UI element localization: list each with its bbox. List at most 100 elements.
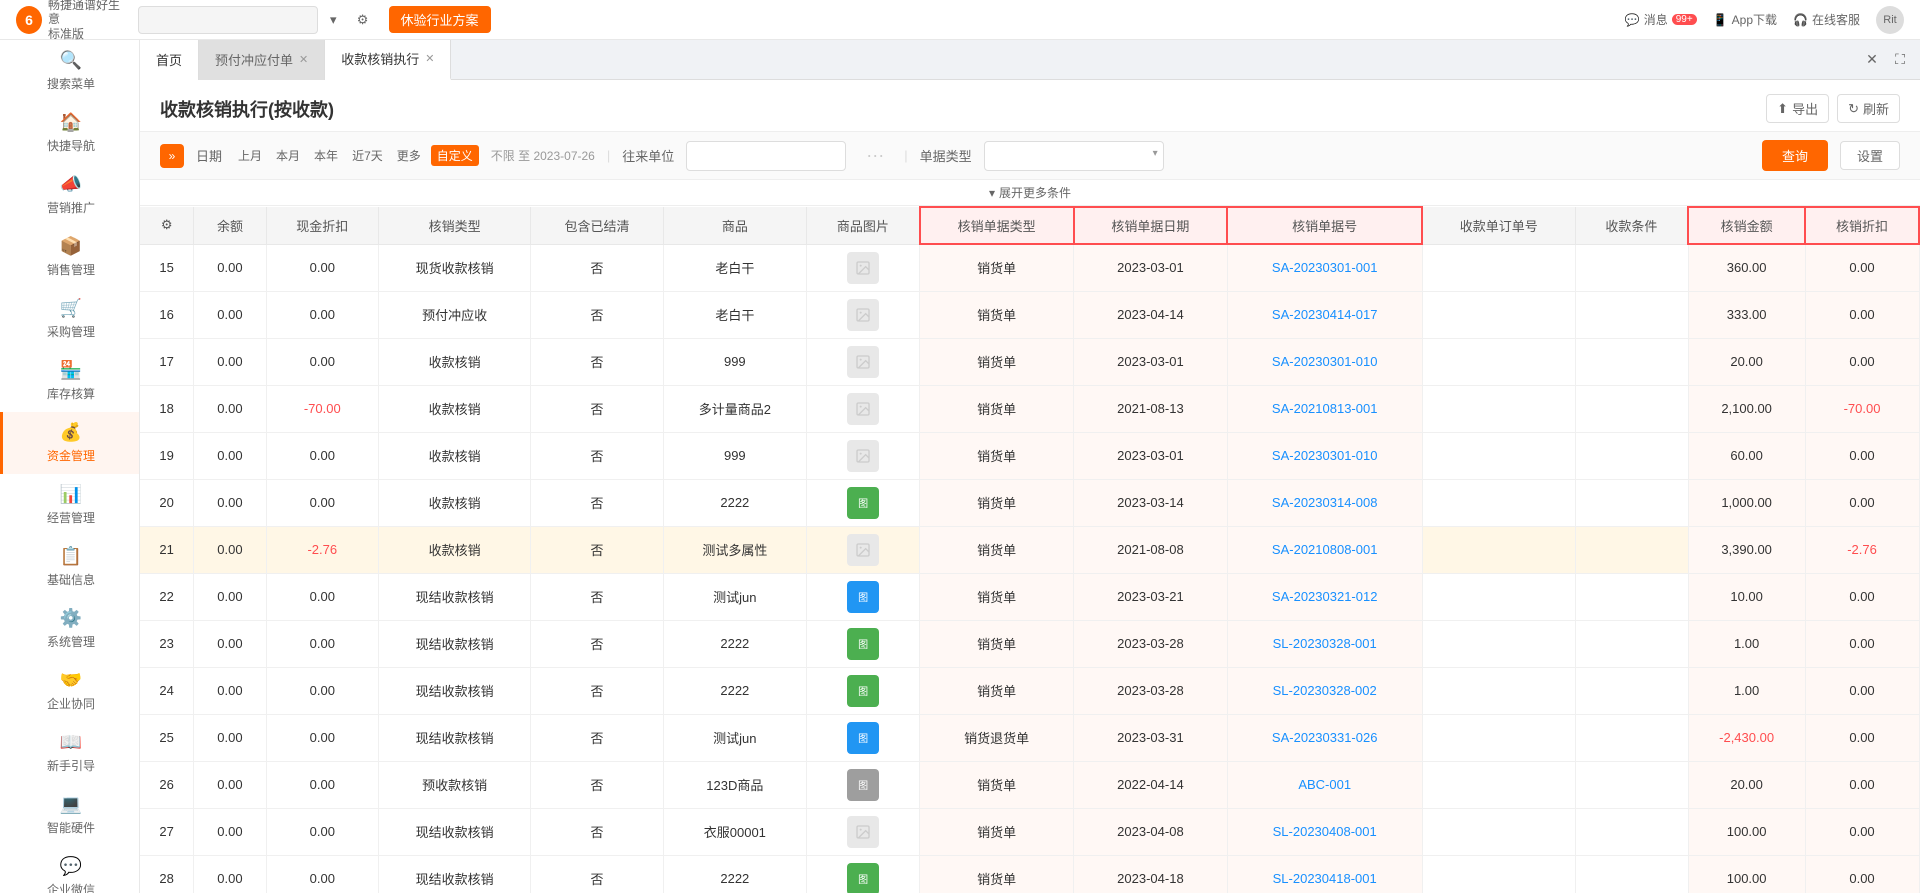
sidebar-item-guide[interactable]: 📖 新手引导	[0, 722, 139, 784]
online-service-button[interactable]: 🎧 在线客服	[1793, 11, 1860, 28]
verify-bill-no-cell: SL-20230418-001	[1227, 855, 1422, 893]
sidebar-item-finance[interactable]: 💰 资金管理	[0, 412, 139, 474]
tab-home[interactable]: 首页	[140, 40, 199, 80]
sidebar-item-basics[interactable]: 📋 基础信息	[0, 536, 139, 598]
sidebar-item-marketing[interactable]: 📣 营销推广	[0, 164, 139, 226]
tab-prepay-label: 预付冲应付单	[215, 50, 293, 69]
table-row: 210.00-2.76收款核销否测试多属性销货单2021-08-08SA-202…	[140, 526, 1919, 573]
verify-bill-type-cell: 销货单	[920, 244, 1074, 291]
verify-bill-no-cell: SA-20230414-017	[1227, 291, 1422, 338]
verify-bill-no-cell: SA-20230301-001	[1227, 244, 1422, 291]
verify-bill-date-cell: 2023-04-08	[1074, 808, 1228, 855]
divider2: |	[904, 148, 907, 163]
bill-no-link[interactable]: SA-20210808-001	[1272, 542, 1378, 557]
goods-cell: 测试多属性	[663, 526, 806, 573]
sidebar-item-quicknav[interactable]: 🏠 快捷导航	[0, 102, 139, 164]
goods-image-cell: 图	[807, 714, 920, 761]
date-this-month[interactable]: 本月	[272, 145, 304, 166]
table-row: 270.000.00现结收款核销否衣服00001销货单2023-04-08SL-…	[140, 808, 1919, 855]
sidebar-item-purchase[interactable]: 🛒 采购管理	[0, 288, 139, 350]
tab-home-label: 首页	[156, 50, 182, 69]
sidebar-item-sales[interactable]: 📦 销售管理	[0, 226, 139, 288]
bill-no-link[interactable]: SA-20230301-001	[1272, 260, 1378, 275]
verify-type-cell: 收款核销	[378, 338, 530, 385]
bill-no-link[interactable]: SA-20230301-010	[1272, 354, 1378, 369]
bill-no-link[interactable]: SL-20230418-001	[1273, 871, 1377, 886]
settings-button[interactable]: 设置	[1840, 141, 1900, 170]
search-input[interactable]	[138, 6, 318, 34]
goods-cell: 多计量商品2	[663, 385, 806, 432]
receipt-condition-cell	[1575, 855, 1688, 893]
bill-no-link[interactable]: SA-20230321-012	[1272, 589, 1378, 604]
date-custom-button[interactable]: 自定义	[431, 145, 479, 166]
expand-more-button[interactable]: ▾ 展开更多条件	[989, 184, 1071, 201]
balance-cell: 0.00	[194, 479, 266, 526]
tab-verify[interactable]: 收款核销执行 ✕	[325, 40, 451, 80]
verify-bill-no-cell: SL-20230328-001	[1227, 620, 1422, 667]
tab-prepay-close[interactable]: ✕	[299, 53, 308, 66]
receipt-order-no-cell	[1422, 244, 1575, 291]
logo-text: 畅捷通谱好生意 标准版	[48, 0, 126, 41]
sidebar-item-operations[interactable]: 📊 经营管理	[0, 474, 139, 536]
table-row: 160.000.00预付冲应收否老白干销货单2023-04-14SA-20230…	[140, 291, 1919, 338]
search-icon: 🔍	[60, 50, 82, 71]
col-settings[interactable]: ⚙	[140, 207, 194, 244]
bill-no-link[interactable]: SA-20230301-010	[1272, 448, 1378, 463]
refresh-button[interactable]: ↻ 刷新	[1837, 94, 1900, 123]
bill-no-link[interactable]: SA-20230314-008	[1272, 495, 1378, 510]
message-badge: 99+	[1672, 14, 1697, 25]
goods-cell: 老白干	[663, 244, 806, 291]
verify-bill-date-cell: 2023-03-14	[1074, 479, 1228, 526]
goods-image-cell: 图	[807, 667, 920, 714]
include-settled-cell: 否	[531, 479, 663, 526]
verify-discount-cell: 0.00	[1805, 338, 1919, 385]
export-button[interactable]: ⬆ 导出	[1766, 94, 1829, 123]
sidebar-item-hardware[interactable]: 💻 智能硬件	[0, 784, 139, 846]
message-button[interactable]: 💬 消息 99+	[1625, 11, 1697, 28]
balance-cell: 0.00	[194, 620, 266, 667]
purchase-icon: 🛒	[60, 298, 82, 319]
source-unit-input[interactable]	[686, 141, 846, 171]
table-container[interactable]: ⚙ 余额 现金折扣 核销类型 包含已结清 商品 商品图片 核销单据类型 核销单据…	[140, 206, 1920, 893]
sidebar-item-inventory[interactable]: 🏪 库存核算	[0, 350, 139, 412]
bill-no-link[interactable]: SL-20230328-002	[1273, 683, 1377, 698]
verify-amount-cell: 10.00	[1688, 573, 1805, 620]
bill-no-link[interactable]: SA-20230414-017	[1272, 307, 1378, 322]
receipt-order-no-cell	[1422, 714, 1575, 761]
date-last-month[interactable]: 上月	[234, 145, 266, 166]
receipt-order-no-cell	[1422, 338, 1575, 385]
gear-icon[interactable]: ⚙	[349, 6, 377, 34]
bill-no-link[interactable]: SA-20230331-026	[1272, 730, 1378, 745]
page-actions: ⬆ 导出 ↻ 刷新	[1766, 94, 1900, 123]
date-7-days[interactable]: 近7天	[348, 145, 387, 166]
bill-no-link[interactable]: ABC-001	[1298, 777, 1351, 792]
bill-no-link[interactable]: SA-20210813-001	[1272, 401, 1378, 416]
app-download-button[interactable]: 📱 App下载	[1713, 11, 1777, 28]
tab-prepay[interactable]: 预付冲应付单 ✕	[199, 40, 325, 80]
page-title: 收款核销执行(按收款)	[160, 96, 334, 122]
sidebar-item-system[interactable]: ⚙️ 系统管理	[0, 598, 139, 660]
basics-icon: 📋	[60, 546, 82, 567]
chevron-down-icon[interactable]: ▾	[330, 12, 337, 28]
tab-close-btn[interactable]: ✕	[1860, 48, 1884, 72]
bill-type-select[interactable]	[984, 141, 1164, 171]
date-more[interactable]: 更多	[393, 145, 425, 166]
user-avatar[interactable]: Rit	[1876, 6, 1904, 34]
bill-no-link[interactable]: SL-20230328-001	[1273, 636, 1377, 651]
bill-no-link[interactable]: SL-20230408-001	[1273, 824, 1377, 839]
sidebar-item-wechat[interactable]: 💬 企业微信	[0, 846, 139, 893]
goods-image-cell	[807, 385, 920, 432]
sidebar-item-collab[interactable]: 🤝 企业协同	[0, 660, 139, 722]
tab-verify-close[interactable]: ✕	[425, 52, 434, 65]
verify-discount-cell: 0.00	[1805, 432, 1919, 479]
goods-image-cell: 图	[807, 855, 920, 893]
date-this-year[interactable]: 本年	[310, 145, 342, 166]
verify-bill-no-cell: SA-20210813-001	[1227, 385, 1422, 432]
goods-cell: 2222	[663, 855, 806, 893]
industry-button[interactable]: 休验行业方案	[389, 6, 491, 33]
query-button[interactable]: 查询	[1762, 140, 1828, 171]
filter-expand-button[interactable]: »	[160, 144, 184, 168]
sidebar-item-search[interactable]: 🔍 搜索菜单	[0, 40, 139, 102]
hardware-icon: 💻	[60, 794, 82, 815]
tab-maximize-btn[interactable]: ⛶	[1888, 48, 1912, 72]
